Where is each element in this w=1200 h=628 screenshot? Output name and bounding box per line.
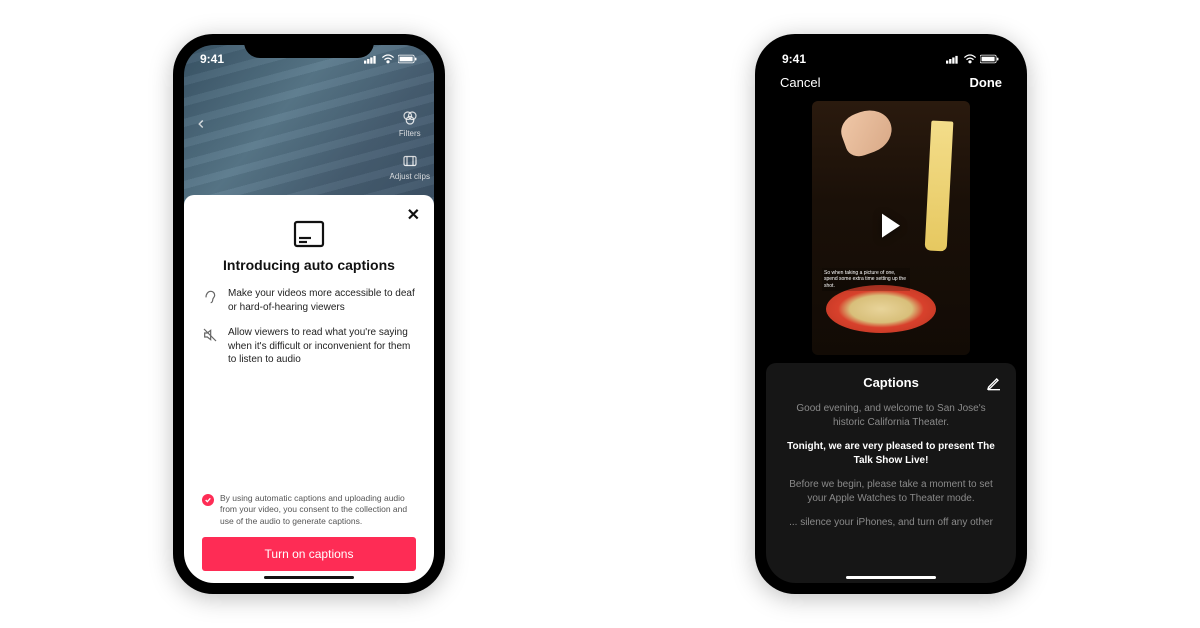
benefit-mute-text: Allow viewers to read what you're saying… [228,326,416,367]
caption-line[interactable]: ... silence your iPhones, and turn off a… [780,516,1002,530]
phone-left: Filters Adjust clips 9:41 ✕ [173,34,445,594]
filters-icon [401,109,419,127]
status-time: 9:41 [782,52,806,66]
close-icon[interactable]: ✕ [407,205,420,225]
consent-text: By using automatic captions and uploadin… [220,493,416,527]
captions-panel: Captions Good evening, and welcome to Sa… [766,363,1016,583]
consent-disclaimer: By using automatic captions and uploadin… [202,493,416,527]
phone-right: 9:41 Cancel Done So when taking a pictur… [755,34,1027,594]
mute-icon [202,327,218,367]
captions-header: Captions [780,375,1002,390]
adjust-clips-tool[interactable]: Adjust clips [390,152,430,181]
battery-icon [980,54,1000,64]
pencil-icon [986,375,1002,391]
ear-icon [202,288,218,314]
home-indicator [264,576,354,579]
preview-hand [836,104,897,161]
phone-notch [244,34,374,58]
caption-line-active[interactable]: Tonight, we are very pleased to present … [780,440,1002,467]
wifi-icon [381,54,395,64]
caption-line[interactable]: Before we begin, please take a moment to… [780,478,1002,505]
back-icon[interactable] [194,115,208,136]
caption-line[interactable]: Good evening, and welcome to San Jose's … [780,402,1002,429]
adjust-clips-label: Adjust clips [390,172,430,181]
benefit-mute: Allow viewers to read what you're saying… [202,326,416,367]
benefit-accessibility: Make your videos more accessible to deaf… [202,287,416,314]
preview-pasta [925,121,954,252]
nav-bar: Cancel Done [766,75,1016,90]
screen-left: Filters Adjust clips 9:41 ✕ [184,45,434,583]
status-icons [364,54,418,64]
captions-title: Captions [863,375,919,390]
phone-notch [826,34,956,58]
check-icon [202,494,214,506]
home-indicator [846,576,936,579]
benefit-accessibility-text: Make your videos more accessible to deaf… [228,287,416,314]
turn-on-captions-button[interactable]: Turn on captions [202,537,416,571]
adjust-clips-icon [401,152,419,170]
wifi-icon [963,54,977,64]
edit-captions-button[interactable] [986,375,1002,394]
sheet-title: Introducing auto captions [202,257,416,273]
battery-icon [398,54,418,64]
status-icons [946,54,1000,64]
video-preview[interactable]: So when taking a picture of one, spend s… [812,101,970,355]
done-button[interactable]: Done [970,75,1003,90]
screen-right: 9:41 Cancel Done So when taking a pictur… [766,45,1016,583]
cancel-button[interactable]: Cancel [780,75,820,90]
auto-captions-sheet: ✕ Introducing auto captions Make your vi… [184,195,434,583]
filters-tool[interactable]: Filters [399,109,421,138]
overlay-caption: So when taking a picture of one, spend s… [822,268,910,292]
preview-plate [826,285,936,333]
filters-label: Filters [399,129,421,138]
edit-tools-sidebar: Filters Adjust clips [390,109,430,205]
status-time: 9:41 [200,52,224,66]
captions-hero-icon [293,219,325,249]
play-icon[interactable] [882,214,900,238]
